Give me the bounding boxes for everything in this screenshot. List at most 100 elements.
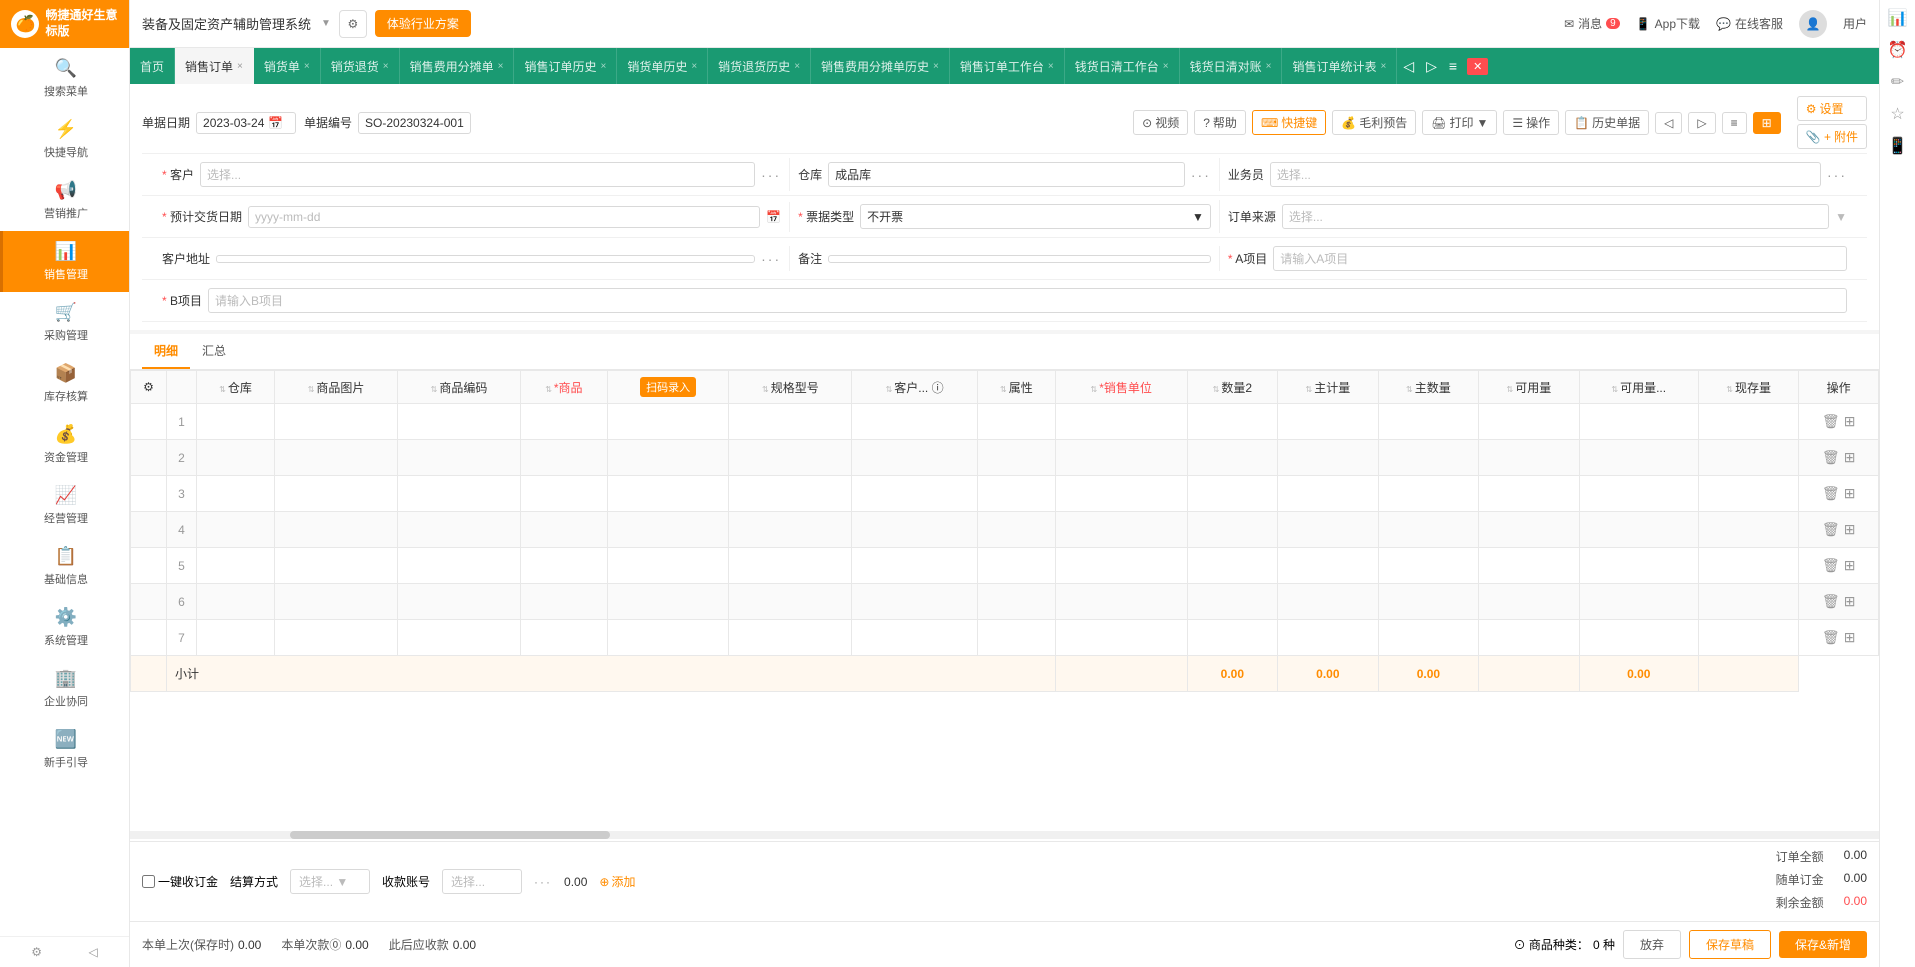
system-dropdown-icon[interactable]: ▼: [321, 18, 331, 29]
gear-button[interactable]: ⚙: [339, 10, 367, 38]
list-view-btn[interactable]: ≡: [1722, 112, 1747, 134]
print-btn[interactable]: 🖨 打印 ▼: [1422, 110, 1497, 135]
row-2-copy-btn[interactable]: ⊞: [1844, 449, 1856, 466]
tab-expense-history-close[interactable]: ×: [933, 61, 939, 72]
th-product[interactable]: ⇅*商品: [521, 371, 608, 404]
sidebar-item-basic-info[interactable]: 📋 基础信息: [0, 536, 129, 597]
calendar-icon[interactable]: 📅: [268, 116, 283, 130]
th-scan[interactable]: 扫码录入: [607, 371, 729, 404]
a-project-input[interactable]: 请输入A项目: [1273, 246, 1847, 271]
row-5-delete-btn[interactable]: 🗑: [1822, 557, 1840, 574]
th-settings[interactable]: ⚙: [131, 371, 167, 404]
tab-expense-close[interactable]: ×: [498, 61, 504, 72]
th-customer-code[interactable]: ⇅客户... ⓘ: [852, 371, 977, 404]
row-1-unit[interactable]: [1055, 404, 1187, 440]
rp-edit-icon[interactable]: ✏: [1891, 72, 1904, 92]
row-1-img[interactable]: [275, 404, 398, 440]
save-draft-button[interactable]: 保存草稿: [1689, 930, 1771, 959]
warehouse-more-btn[interactable]: ···: [1191, 167, 1211, 183]
tab-sales-receipt[interactable]: 销货单 ×: [254, 48, 321, 84]
row-5-copy-btn[interactable]: ⊞: [1844, 557, 1856, 574]
row-expand[interactable]: [131, 404, 167, 440]
sidebar-item-marketing[interactable]: 📢 营销推广: [0, 170, 129, 231]
note-input[interactable]: [828, 255, 1211, 263]
solution-button[interactable]: 体验行业方案: [375, 10, 471, 37]
row-1-qty2[interactable]: [1187, 404, 1278, 440]
row-1-copy-btn[interactable]: ⊞: [1844, 413, 1856, 430]
view-btn[interactable]: ⊙ 视频: [1133, 110, 1188, 135]
sidebar-item-enterprise[interactable]: 🏢 企业协同: [0, 658, 129, 719]
rp-clock-icon[interactable]: ⏰: [1888, 40, 1908, 60]
sidebar-item-purchase[interactable]: 🛒 采购管理: [0, 292, 129, 353]
tab-daily-workbench[interactable]: 钱货日清工作台 ×: [1065, 48, 1180, 84]
one-click-checkbox[interactable]: 一键收订金: [142, 873, 218, 890]
payment-method-select[interactable]: 选择... ▼: [290, 869, 370, 894]
warehouse-input[interactable]: 成品库: [828, 162, 1185, 187]
tab-home[interactable]: 首页: [130, 48, 175, 84]
row-4-copy-btn[interactable]: ⊞: [1844, 521, 1856, 538]
tab-expense[interactable]: 销售费用分摊单 ×: [400, 48, 515, 84]
row-1-spec[interactable]: [729, 404, 852, 440]
tab-daily-workbench-close[interactable]: ×: [1163, 61, 1169, 72]
tab-next-btn[interactable]: ▷: [1420, 58, 1443, 75]
tab-order-workbench[interactable]: 销售订单工作台 ×: [950, 48, 1065, 84]
row-1-attribute[interactable]: [977, 404, 1055, 440]
sidebar-item-finance[interactable]: 💰 资金管理: [0, 414, 129, 475]
operate-btn[interactable]: ☰ 操作: [1503, 110, 1559, 135]
help-btn[interactable]: ? 帮助: [1194, 110, 1246, 135]
ticket-type-select[interactable]: 不开票 ▼: [860, 204, 1211, 229]
rp-phone-icon[interactable]: 📱: [1888, 136, 1908, 156]
row-1-product[interactable]: [521, 404, 608, 440]
online-service-button[interactable]: 💬 在线客服: [1716, 15, 1783, 32]
settings-side-btn[interactable]: ⚙ 设置: [1797, 96, 1867, 121]
one-click-input[interactable]: [142, 875, 155, 888]
scroll-thumb[interactable]: [290, 831, 610, 839]
salesperson-input[interactable]: 选择...: [1270, 162, 1821, 187]
horizontal-scrollbar[interactable]: [130, 831, 1879, 839]
tab-order-history-close[interactable]: ×: [600, 61, 606, 72]
th-sales-unit[interactable]: ⇅*销售单位: [1055, 371, 1187, 404]
tab-sales-order-close[interactable]: ×: [237, 61, 243, 72]
message-button[interactable]: ✉ 消息 9: [1564, 15, 1620, 32]
row-6-delete-btn[interactable]: 🗑: [1822, 593, 1840, 610]
app-download-button[interactable]: 📱 App下载: [1636, 15, 1700, 32]
th-available2[interactable]: ⇅可用量...: [1579, 371, 1698, 404]
tab-return-close[interactable]: ×: [383, 61, 389, 72]
rp-star-icon[interactable]: ☆: [1890, 104, 1904, 124]
row-7-copy-btn[interactable]: ⊞: [1844, 629, 1856, 646]
tab-sales-order[interactable]: 销售订单 ×: [175, 48, 254, 84]
th-main-qty[interactable]: ⇅主数量: [1378, 371, 1479, 404]
th-spec[interactable]: ⇅规格型号: [729, 371, 852, 404]
discard-button[interactable]: 放弃: [1623, 930, 1681, 959]
history-btn[interactable]: 📋 历史单据: [1565, 110, 1649, 135]
delivery-date-input[interactable]: yyyy-mm-dd: [248, 206, 760, 228]
grid-view-btn[interactable]: ⊞: [1753, 112, 1781, 134]
row-6-copy-btn[interactable]: ⊞: [1844, 593, 1856, 610]
scan-button[interactable]: 扫码录入: [640, 377, 696, 397]
row-7-delete-btn[interactable]: 🗑: [1822, 629, 1840, 646]
sidebar-item-system[interactable]: ⚙️ 系统管理: [0, 597, 129, 658]
tab-receipt-history-close[interactable]: ×: [691, 61, 697, 72]
tab-summary[interactable]: 汇总: [190, 334, 238, 369]
tab-order-stats-close[interactable]: ×: [1380, 61, 1386, 72]
b-project-input[interactable]: 请输入B项目: [208, 288, 1847, 313]
serial-input[interactable]: SO-20230324-001: [358, 112, 471, 134]
row-2-delete-btn[interactable]: 🗑: [1822, 449, 1840, 466]
row-4-delete-btn[interactable]: 🗑: [1822, 521, 1840, 538]
tab-return-history[interactable]: 销货退货历史 ×: [708, 48, 811, 84]
tab-close-all-btn[interactable]: ✕: [1467, 58, 1488, 75]
th-warehouse[interactable]: ⇅仓库: [197, 371, 275, 404]
row-3-delete-btn[interactable]: 🗑: [1822, 485, 1840, 502]
th-current-stock[interactable]: ⇅现存量: [1698, 371, 1799, 404]
nav-prev-btn[interactable]: ◁: [1655, 112, 1682, 134]
customer-more-btn[interactable]: ···: [761, 167, 781, 183]
tab-order-workbench-close[interactable]: ×: [1048, 61, 1054, 72]
row-1-delete-btn[interactable]: 🗑: [1822, 413, 1840, 430]
th-attribute[interactable]: ⇅属性: [977, 371, 1055, 404]
date-input[interactable]: 2023-03-24 📅: [196, 112, 296, 134]
th-product-code[interactable]: ⇅商品编码: [398, 371, 521, 404]
collapse-icon[interactable]: ◁: [89, 945, 98, 959]
sidebar-item-sales[interactable]: 📊 销售管理: [0, 231, 129, 292]
row-3-copy-btn[interactable]: ⊞: [1844, 485, 1856, 502]
th-product-img[interactable]: ⇅商品图片: [275, 371, 398, 404]
